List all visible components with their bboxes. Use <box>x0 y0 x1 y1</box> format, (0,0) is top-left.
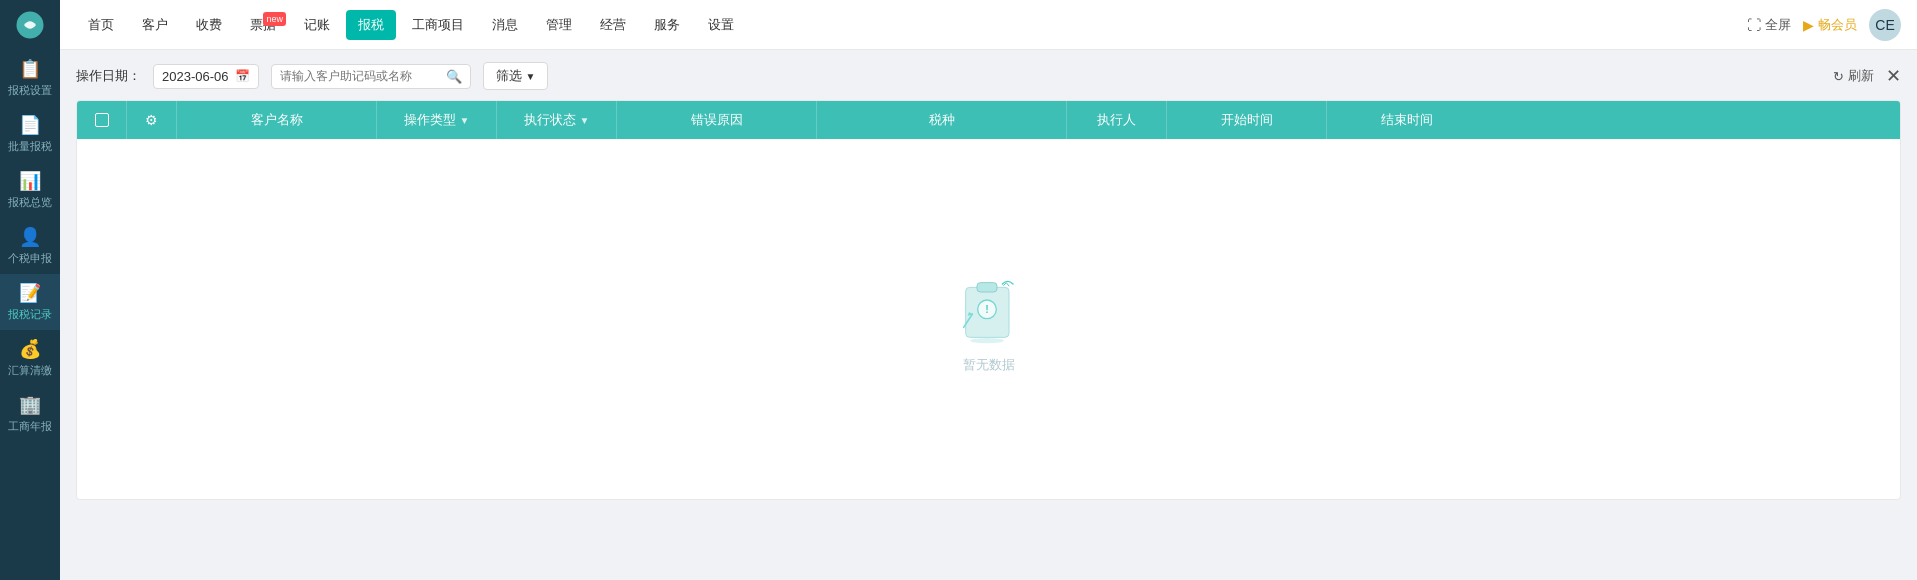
page-content: 操作日期： 2023-06-06 📅 🔍 筛选 ▼ ↻ 刷新 ✕ <box>60 50 1917 580</box>
column-settings-icon[interactable]: ⚙ <box>145 112 158 128</box>
settlement-icon: 💰 <box>19 338 41 360</box>
col-error-reason-label: 错误原因 <box>691 111 743 129</box>
nav-item-accounting[interactable]: 记账 <box>292 10 342 40</box>
avatar[interactable]: CE <box>1869 9 1901 41</box>
nav-item-service[interactable]: 服务 <box>642 10 692 40</box>
annual-report-icon: 🏢 <box>19 394 41 416</box>
date-input[interactable]: 2023-06-06 📅 <box>153 64 259 89</box>
sidebar-logo <box>0 0 60 50</box>
batch-tax-icon: 📄 <box>19 114 41 136</box>
empty-illustration: ! <box>949 264 1029 344</box>
col-operation-type-label: 操作类型 <box>404 111 456 129</box>
nav-item-operations[interactable]: 经营 <box>588 10 638 40</box>
table-body: ! 暂无数据 <box>77 139 1900 499</box>
filter-label: 筛选 <box>496 67 522 85</box>
nav-item-customer[interactable]: 客户 <box>130 10 180 40</box>
tax-records-icon: 📝 <box>19 282 41 304</box>
topnav-items: 首页 客户 收费 票据new 记账 报税 工商项目 消息 管理 经营 服务 设置 <box>76 10 1747 40</box>
sidebar-item-baoshui-zongluan[interactable]: 📊 报税总览 <box>0 162 60 218</box>
tax-overview-icon: 📊 <box>19 170 41 192</box>
col-executor-label: 执行人 <box>1097 111 1136 129</box>
date-value: 2023-06-06 <box>162 69 229 84</box>
sort-execution-status-icon[interactable]: ▼ <box>580 115 590 126</box>
col-operation-type: 操作类型 ▼ <box>377 101 497 139</box>
personal-tax-icon: 👤 <box>19 226 41 248</box>
col-tax-type-label: 税种 <box>929 111 955 129</box>
table-header: ⚙ 客户名称 操作类型 ▼ 执行状态 ▼ 错误原因 税种 <box>77 101 1900 139</box>
topnav: 首页 客户 收费 票据new 记账 报税 工商项目 消息 管理 经营 服务 设置… <box>60 0 1917 50</box>
close-button[interactable]: ✕ <box>1886 65 1901 87</box>
topnav-right: ⛶ 全屏 ▶ 畅会员 CE <box>1747 9 1901 41</box>
col-start-time-label: 开始时间 <box>1221 111 1273 129</box>
col-execution-status: 执行状态 ▼ <box>497 101 617 139</box>
sidebar-item-huisuan-jiaona[interactable]: 💰 汇算清缴 <box>0 330 60 386</box>
search-box: 🔍 <box>271 64 471 89</box>
refresh-button[interactable]: ↻ 刷新 <box>1833 67 1874 85</box>
vip-button[interactable]: ▶ 畅会员 <box>1803 16 1857 34</box>
sidebar-item-piliang-baoshui[interactable]: 📄 批量报税 <box>0 106 60 162</box>
search-icon: 🔍 <box>446 69 462 84</box>
nav-item-billing[interactable]: 收费 <box>184 10 234 40</box>
col-customer-name: 客户名称 <box>177 101 377 139</box>
empty-text: 暂无数据 <box>963 356 1015 374</box>
nav-item-message[interactable]: 消息 <box>480 10 530 40</box>
sidebar: 📋 报税设置 📄 批量报税 📊 报税总览 👤 个税申报 📝 报税记录 💰 汇算清… <box>0 0 60 580</box>
sidebar-item-gongshang-nianbao[interactable]: 🏢 工商年报 <box>0 386 60 442</box>
select-all-checkbox[interactable] <box>95 113 109 127</box>
col-tax-type: 税种 <box>817 101 1067 139</box>
chevron-down-icon: ▼ <box>526 71 536 82</box>
filter-button[interactable]: 筛选 ▼ <box>483 62 549 90</box>
fullscreen-icon: ⛶ <box>1747 17 1761 33</box>
sidebar-item-baoshui-shezhi[interactable]: 📋 报税设置 <box>0 50 60 106</box>
col-settings: ⚙ <box>127 101 177 139</box>
toolbar-right: ↻ 刷新 ✕ <box>1833 65 1901 87</box>
nav-item-bizproject[interactable]: 工商项目 <box>400 10 476 40</box>
fullscreen-button[interactable]: ⛶ 全屏 <box>1747 16 1791 34</box>
col-checkbox <box>77 101 127 139</box>
toolbar: 操作日期： 2023-06-06 📅 🔍 筛选 ▼ ↻ 刷新 ✕ <box>76 62 1901 90</box>
sort-operation-type-icon[interactable]: ▼ <box>460 115 470 126</box>
col-execution-status-label: 执行状态 <box>524 111 576 129</box>
svg-rect-2 <box>977 283 997 292</box>
vip-icon: ▶ <box>1803 17 1814 33</box>
refresh-icon: ↻ <box>1833 69 1844 84</box>
date-label: 操作日期： <box>76 67 141 85</box>
col-end-time: 结束时间 <box>1327 101 1487 139</box>
empty-state: ! 暂无数据 <box>77 139 1900 499</box>
nav-item-tax[interactable]: 报税 <box>346 10 396 40</box>
main-wrapper: 首页 客户 收费 票据new 记账 报税 工商项目 消息 管理 经营 服务 设置… <box>60 0 1917 580</box>
nav-item-settings[interactable]: 设置 <box>696 10 746 40</box>
nav-item-homepage[interactable]: 首页 <box>76 10 126 40</box>
col-executor: 执行人 <box>1067 101 1167 139</box>
col-end-time-label: 结束时间 <box>1381 111 1433 129</box>
nav-item-manage[interactable]: 管理 <box>534 10 584 40</box>
col-start-time: 开始时间 <box>1167 101 1327 139</box>
calendar-icon: 📅 <box>235 69 250 83</box>
col-customer-name-label: 客户名称 <box>251 111 303 129</box>
svg-text:!: ! <box>985 303 989 315</box>
sidebar-item-baoshui-jilu[interactable]: 📝 报税记录 <box>0 274 60 330</box>
col-error-reason: 错误原因 <box>617 101 817 139</box>
sidebar-item-geshui-shenbao[interactable]: 👤 个税申报 <box>0 218 60 274</box>
new-badge: new <box>263 12 286 26</box>
report-settings-icon: 📋 <box>19 58 41 80</box>
svg-point-7 <box>970 338 1003 343</box>
nav-item-invoice[interactable]: 票据new <box>238 10 288 40</box>
search-input[interactable] <box>280 69 440 83</box>
table-container: ⚙ 客户名称 操作类型 ▼ 执行状态 ▼ 错误原因 税种 <box>76 100 1901 500</box>
